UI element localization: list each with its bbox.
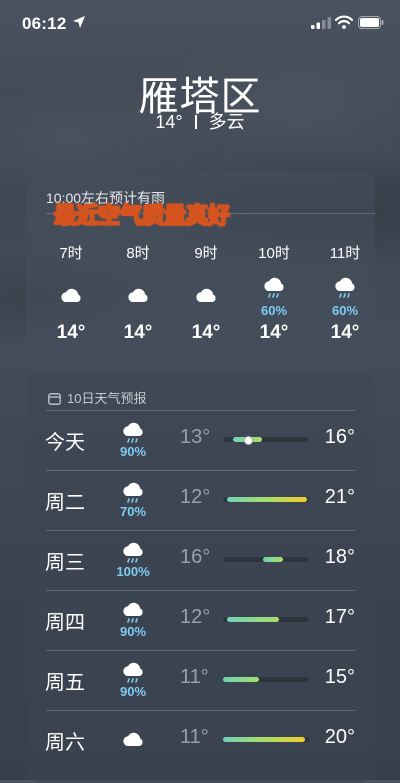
temp-range-track [223, 497, 309, 502]
daily-row[interactable]: 周二 70% 12° 21° [26, 470, 375, 530]
day-label: 周四 [45, 612, 85, 634]
hourly-item: 8时 14° [108, 242, 168, 343]
row-divider [46, 470, 355, 471]
cloud-rain-icon [120, 660, 146, 686]
hourly-precip: 60% [260, 303, 288, 318]
cloud-rain-icon [120, 480, 146, 506]
ten-day-forecast-card[interactable]: 10日天气预报 今天 90% 13° 16° 周二 70% 12° 21° 周三 100% 16° 1… [26, 373, 375, 783]
hourly-temp: 14° [56, 322, 86, 343]
precip-chance: 70% [119, 504, 147, 519]
status-time: 06:12 [22, 14, 67, 33]
daily-row[interactable]: 周六 11° 20° [26, 710, 375, 770]
hourly-item: 10时 60% 14° [244, 242, 304, 343]
cloud-icon [120, 727, 146, 753]
high-temp: 16° [324, 426, 355, 448]
precip-chance: 90% [119, 624, 147, 639]
hourly-precip: 60% [331, 303, 359, 318]
current-temp: 14° [155, 112, 183, 132]
hourly-time: 11时 [329, 245, 361, 262]
cloud-icon [41, 283, 101, 313]
hourly-time: 8时 [126, 245, 150, 262]
temp-range-bar [262, 557, 284, 562]
status-bar: 06:12 [0, 0, 400, 44]
temp-range-bar [227, 617, 279, 622]
precip-chance: 100% [116, 564, 150, 579]
current-condition: 多云 [208, 112, 245, 132]
day-label: 今天 [45, 432, 85, 454]
hourly-time: 9时 [194, 245, 218, 262]
day-label: 周六 [45, 732, 85, 754]
cloud-rain-icon [120, 420, 146, 446]
hourly-item: 7时 14° [41, 242, 101, 343]
temp-range-track [223, 737, 309, 742]
low-temp: 12° [180, 486, 211, 508]
location-arrow-icon [73, 16, 85, 28]
daily-row[interactable]: 周五 90% 11° 15° [26, 650, 375, 710]
separator [194, 115, 197, 129]
ten-day-header: 10日天气预报 [48, 388, 146, 407]
day-label: 周二 [45, 492, 85, 514]
hourly-item: 11时 60% 14° [315, 242, 375, 343]
overlay-caption: 最近空气质量真好 [53, 203, 231, 229]
row-divider [46, 530, 355, 531]
hourly-time: 10时 [258, 245, 290, 262]
temp-range-bar [227, 497, 308, 502]
cloud-rain-icon [315, 275, 375, 305]
wifi-icon [335, 15, 353, 29]
hourly-time: 7时 [59, 245, 83, 262]
current-conditions: 14° 多云 [0, 108, 400, 134]
hourly-temp: 14° [123, 322, 153, 343]
hourly-item: 9时 14° [176, 242, 236, 343]
hourly-temp: 14° [259, 322, 289, 343]
low-temp: 12° [180, 606, 211, 628]
row-divider [46, 710, 355, 711]
cloud-rain-icon [120, 600, 146, 626]
hourly-temp: 14° [191, 322, 221, 343]
low-temp: 13° [180, 426, 211, 448]
cloud-rain-icon [244, 275, 304, 305]
low-temp: 11° [180, 726, 209, 748]
temp-range-bar [223, 737, 305, 742]
high-temp: 17° [324, 606, 355, 628]
cloud-rain-icon [120, 540, 146, 566]
battery-icon [358, 16, 384, 29]
precip-chance: 90% [119, 444, 147, 459]
high-temp: 18° [324, 546, 355, 568]
temp-range-bar [223, 677, 260, 682]
precip-chance: 90% [119, 684, 147, 699]
temp-range-track [223, 436, 309, 445]
cloud-icon [108, 283, 168, 313]
hourly-temp: 14° [330, 322, 360, 343]
row-divider [46, 590, 355, 591]
cloud-icon [176, 283, 236, 313]
day-label: 周五 [45, 672, 85, 694]
low-temp: 11° [180, 666, 209, 688]
row-divider [46, 410, 355, 411]
temp-range-track [223, 677, 309, 682]
daily-row[interactable]: 今天 90% 13° 16° [26, 410, 375, 470]
high-temp: 15° [324, 666, 355, 688]
current-temp-dot [243, 436, 253, 445]
cellular-signal-icon [311, 17, 331, 29]
low-temp: 16° [180, 546, 211, 568]
temp-range-track [223, 617, 309, 622]
row-divider [46, 650, 355, 651]
day-label: 周三 [45, 552, 85, 574]
calendar-icon [48, 393, 61, 405]
ten-day-header-label: 10日天气预报 [67, 391, 147, 406]
high-temp: 21° [324, 486, 355, 508]
daily-row[interactable]: 周四 90% 12° 17° [26, 590, 375, 650]
temp-range-track [223, 557, 309, 562]
daily-row[interactable]: 周三 100% 16° 18° [26, 530, 375, 590]
high-temp: 20° [324, 726, 355, 748]
